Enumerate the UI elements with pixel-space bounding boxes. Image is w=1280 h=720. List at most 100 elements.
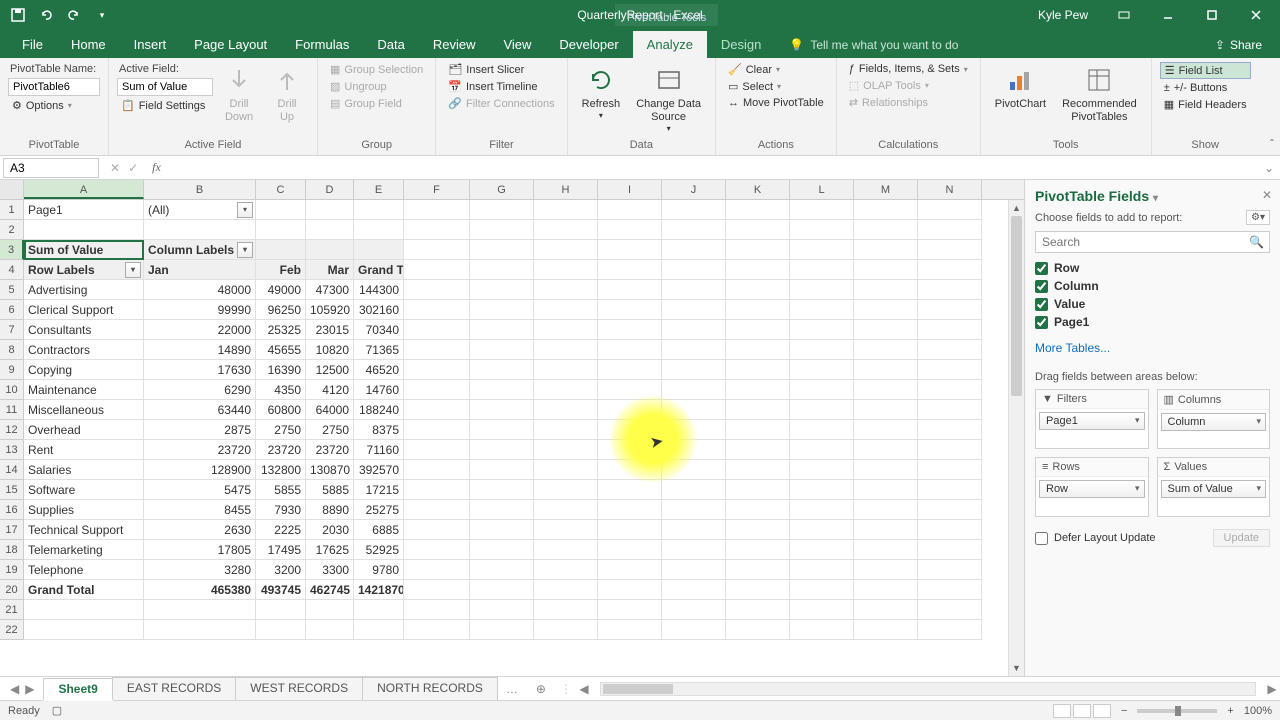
data-cell[interactable]: 22000 (144, 320, 256, 340)
cell[interactable] (470, 380, 534, 400)
data-cell[interactable]: 23720 (144, 440, 256, 460)
tab-design[interactable]: Design (707, 31, 775, 58)
sum-of-value-cell[interactable]: Sum of Value (24, 240, 144, 260)
rows-area[interactable]: ≡Rows Row (1035, 457, 1149, 517)
cell[interactable] (726, 540, 790, 560)
field-checkbox[interactable] (1035, 298, 1048, 311)
cell[interactable] (726, 600, 790, 620)
cell[interactable] (256, 220, 306, 240)
row-header[interactable]: 19 (0, 560, 24, 580)
data-cell[interactable]: 17805 (144, 540, 256, 560)
cell[interactable] (854, 580, 918, 600)
cell[interactable] (918, 320, 982, 340)
cell[interactable] (918, 200, 982, 220)
zoom-out-icon[interactable]: − (1121, 705, 1127, 717)
column-header-C[interactable]: C (256, 180, 306, 199)
data-cell[interactable]: 63440 (144, 400, 256, 420)
month-header[interactable]: Jan (144, 260, 256, 280)
page-filter-label[interactable]: Page1 (24, 200, 144, 220)
cell[interactable] (404, 620, 470, 640)
cell[interactable] (598, 400, 662, 420)
row-header[interactable]: 3 (0, 240, 24, 260)
field-headers-toggle[interactable]: ▦Field Headers (1160, 97, 1251, 112)
row-header[interactable]: 22 (0, 620, 24, 640)
cell[interactable] (918, 500, 982, 520)
cell[interactable] (470, 420, 534, 440)
row-label[interactable]: Technical Support (24, 520, 144, 540)
tab-data[interactable]: Data (363, 31, 418, 58)
cell[interactable] (470, 360, 534, 380)
cell[interactable] (404, 320, 470, 340)
row-label[interactable]: Clerical Support (24, 300, 144, 320)
data-cell[interactable]: 17495 (256, 540, 306, 560)
row-header[interactable]: 10 (0, 380, 24, 400)
zoom-slider[interactable] (1137, 709, 1217, 713)
cell[interactable] (662, 200, 726, 220)
field-item-column[interactable]: Column (1035, 277, 1270, 295)
cell[interactable] (354, 620, 404, 640)
cell[interactable] (726, 500, 790, 520)
cell[interactable] (534, 480, 598, 500)
cell[interactable] (354, 600, 404, 620)
name-box[interactable] (3, 158, 99, 178)
cell[interactable] (24, 620, 144, 640)
cell[interactable] (854, 520, 918, 540)
cell[interactable] (662, 560, 726, 580)
cell[interactable] (918, 260, 982, 280)
row-header[interactable]: 13 (0, 440, 24, 460)
cell[interactable] (790, 220, 854, 240)
column-header-L[interactable]: L (790, 180, 854, 199)
cell[interactable] (726, 480, 790, 500)
sheet-nav-prev-icon[interactable]: ◀ (10, 682, 19, 696)
grand-total-header[interactable]: Grand Total (354, 260, 404, 280)
grand-total-cell[interactable]: 493745 (256, 580, 306, 600)
data-cell[interactable]: 17625 (306, 540, 354, 560)
field-item-row[interactable]: Row (1035, 259, 1270, 277)
cell[interactable] (790, 200, 854, 220)
column-header-G[interactable]: G (470, 180, 534, 199)
column-header-I[interactable]: I (598, 180, 662, 199)
cell[interactable] (470, 600, 534, 620)
row-header[interactable]: 11 (0, 400, 24, 420)
cell[interactable] (726, 580, 790, 600)
collapse-ribbon-icon[interactable]: ˆ (1270, 137, 1274, 151)
undo-icon[interactable] (38, 7, 54, 23)
defer-update-checkbox[interactable] (1035, 532, 1048, 545)
cell[interactable] (144, 220, 256, 240)
row-header[interactable]: 12 (0, 420, 24, 440)
cell[interactable] (470, 620, 534, 640)
cell[interactable] (404, 460, 470, 480)
cell[interactable] (598, 360, 662, 380)
tab-formulas[interactable]: Formulas (281, 31, 363, 58)
qat-dropdown-icon[interactable]: ▾ (94, 7, 110, 23)
cell[interactable] (534, 260, 598, 280)
cell[interactable] (470, 200, 534, 220)
cell[interactable] (854, 320, 918, 340)
cell[interactable] (726, 260, 790, 280)
filters-area[interactable]: ▼Filters Page1 (1035, 389, 1149, 449)
cell[interactable] (662, 500, 726, 520)
grand-total-cell[interactable]: 1421870 (354, 580, 404, 600)
cell[interactable] (726, 560, 790, 580)
cell[interactable] (854, 460, 918, 480)
hscroll-left-icon[interactable]: ◀ (576, 682, 592, 696)
row-header[interactable]: 4 (0, 260, 24, 280)
row-header[interactable]: 16 (0, 500, 24, 520)
tab-file[interactable]: File (8, 31, 57, 58)
cell[interactable] (534, 280, 598, 300)
scroll-down-icon[interactable]: ▼ (1009, 660, 1024, 676)
cell[interactable] (404, 520, 470, 540)
data-cell[interactable]: 14890 (144, 340, 256, 360)
options-button[interactable]: ⚙Options▾ (8, 98, 100, 113)
cell[interactable] (726, 340, 790, 360)
row-label[interactable]: Supplies (24, 500, 144, 520)
cell[interactable] (918, 380, 982, 400)
data-cell[interactable]: 5885 (306, 480, 354, 500)
data-cell[interactable]: 16390 (256, 360, 306, 380)
cell[interactable] (470, 300, 534, 320)
cell[interactable] (854, 560, 918, 580)
cell[interactable] (918, 440, 982, 460)
insert-timeline-button[interactable]: 📅Insert Timeline (444, 79, 558, 94)
cell[interactable] (470, 340, 534, 360)
cell[interactable] (144, 600, 256, 620)
